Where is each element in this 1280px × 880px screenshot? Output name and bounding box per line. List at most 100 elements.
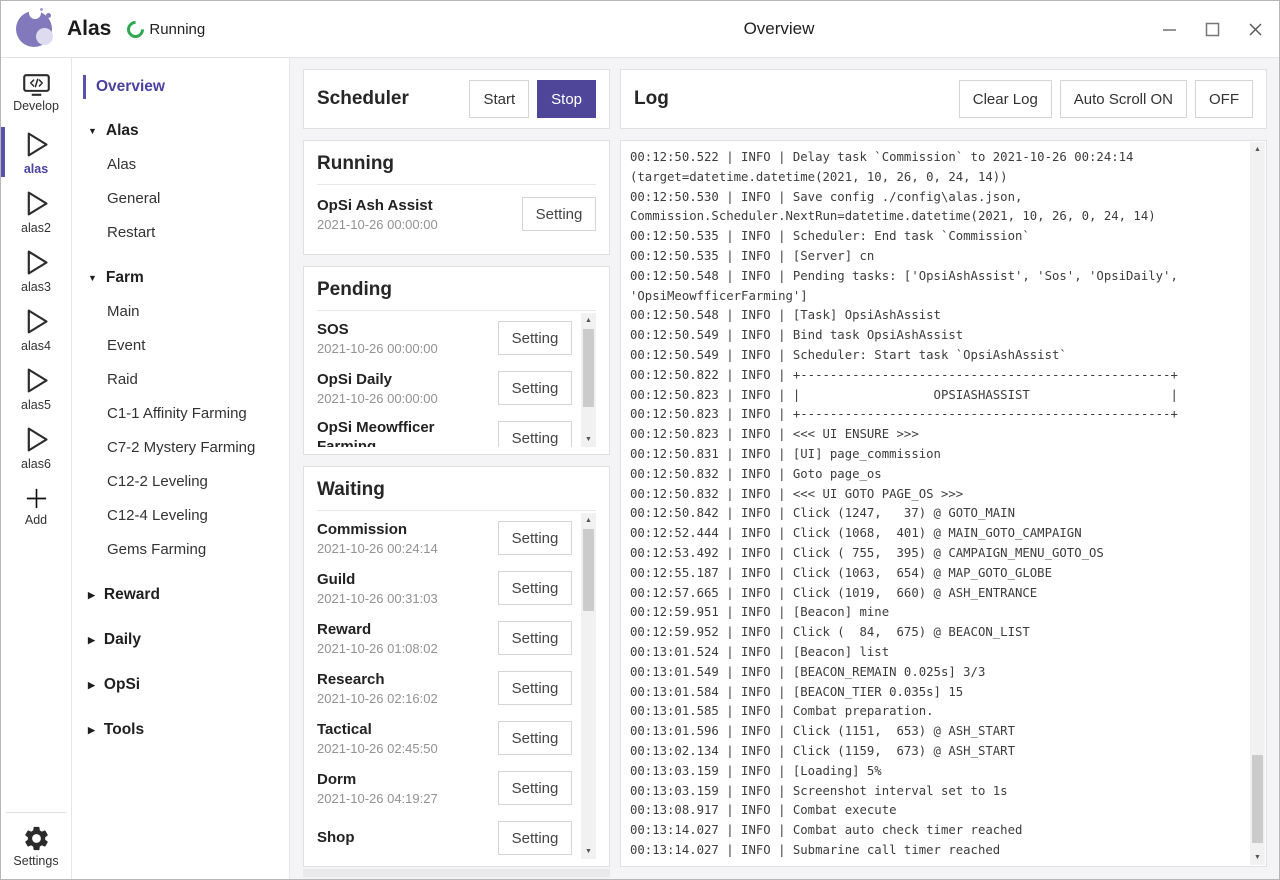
task-name: Guild (317, 570, 492, 589)
log-line: 00:13:01.585 | INFO | Combat preparation… (630, 702, 1240, 722)
rail-item-alas4[interactable]: alas4 (1, 300, 71, 358)
play-icon (22, 306, 51, 337)
stop-button[interactable]: Stop (537, 80, 596, 118)
autoscroll-on-button[interactable]: Auto Scroll ON (1060, 80, 1187, 118)
scroll-down-icon[interactable]: ▼ (1250, 850, 1265, 865)
scroll-down-icon[interactable]: ▼ (581, 432, 596, 447)
setting-button[interactable]: Setting (498, 821, 572, 855)
task-time: 2021-10-26 02:16:02 (317, 691, 492, 706)
window-controls (1161, 1, 1263, 57)
scrollbar-thumb[interactable] (1252, 755, 1263, 843)
log-line: 00:12:50.535 | INFO | Scheduler: End tas… (630, 227, 1240, 247)
nav-item-gems-farming[interactable]: Gems Farming (72, 532, 289, 566)
task-row: Guild2021-10-26 00:31:03Setting (317, 563, 572, 613)
waiting-scrollbar[interactable]: ▲ ▼ (581, 513, 596, 859)
nav-group-opsi[interactable]: ▶OpSi (72, 669, 289, 701)
scroll-down-icon[interactable]: ▼ (581, 844, 596, 859)
app-title: Alas (67, 17, 111, 41)
log-scrollbar[interactable]: ▲ ▼ (1250, 142, 1265, 865)
mid-column-horizontal-scrollbar[interactable] (303, 869, 610, 877)
rail-item-alas2[interactable]: alas2 (1, 182, 71, 240)
nav-item-c1-1-affinity-farming[interactable]: C1-1 Affinity Farming (72, 396, 289, 430)
log-line: 00:12:50.823 | INFO | <<< UI ENSURE >>> (630, 425, 1240, 445)
app-logo-icon (13, 6, 57, 52)
setting-button[interactable]: Setting (498, 571, 572, 605)
maximize-icon[interactable] (1204, 21, 1220, 37)
task-row: Tactical 2021-10-26 02:45:50 Setting (317, 713, 572, 763)
nav-item-raid[interactable]: Raid (72, 362, 289, 396)
nav-item-c12-2-leveling[interactable]: C12-2 Leveling (72, 464, 289, 498)
rail-item-alas5[interactable]: alas5 (1, 359, 71, 417)
clear-log-button[interactable]: Clear Log (959, 80, 1052, 118)
scroll-up-icon[interactable]: ▲ (581, 513, 596, 528)
nav-item-alas[interactable]: Alas (72, 147, 289, 181)
log-line: 00:13:14.027 | INFO | Combat auto check … (630, 821, 1240, 841)
log-line: 00:13:01.584 | INFO | [BEACON_TIER 0.035… (630, 683, 1240, 703)
task-name: OpSi Daily (317, 370, 492, 389)
nav-group-tools[interactable]: ▶Tools (72, 714, 289, 746)
setting-button[interactable]: Setting (498, 771, 572, 805)
setting-button[interactable]: Setting (498, 321, 572, 355)
page-title: Overview (744, 19, 815, 39)
plus-icon (24, 486, 49, 511)
setting-button[interactable]: Setting (498, 671, 572, 705)
nav-group-farm[interactable]: ▼Farm (72, 262, 289, 294)
nav-item-general[interactable]: General (72, 181, 289, 215)
rail-item-label: Settings (13, 854, 58, 868)
running-card: Running OpSi Ash Assist2021-10-26 00:00:… (303, 140, 610, 255)
scroll-up-icon[interactable]: ▲ (581, 313, 596, 328)
log-line: Commission.Scheduler.NextRun=datetime.da… (630, 207, 1240, 227)
task-name: OpSi Meowfficer Farming (317, 418, 492, 447)
nav-group-label: Reward (104, 586, 160, 604)
setting-button[interactable]: Setting (498, 621, 572, 655)
log-line: 00:13:08.917 | INFO | Combat execute (630, 801, 1240, 821)
nav-group-daily[interactable]: ▶Daily (72, 624, 289, 656)
chevron-down-icon: ▼ (88, 273, 97, 283)
close-icon[interactable] (1247, 21, 1263, 37)
task-time: 2021-10-26 00:24:14 (317, 541, 492, 556)
rail-item-label: alas5 (21, 398, 51, 412)
nav-item-overview[interactable]: Overview (72, 72, 289, 102)
setting-button[interactable]: Setting (498, 521, 572, 555)
nav-item-c12-4-leveling[interactable]: C12-4 Leveling (72, 498, 289, 532)
task-info: Shop (317, 828, 498, 849)
log-title: Log (634, 88, 959, 110)
log-line: 00:13:02.134 | INFO | Click (1159, 673) … (630, 742, 1240, 762)
rail-item-label: alas (24, 162, 48, 176)
scrollbar-thumb[interactable] (583, 329, 594, 407)
log-line: 00:12:50.832 | INFO | <<< UI GOTO PAGE_O… (630, 485, 1240, 505)
setting-button[interactable]: Setting (522, 197, 596, 231)
nav-item-main[interactable]: Main (72, 294, 289, 328)
rail-item-develop[interactable]: Develop (1, 64, 71, 122)
log-header-card: Log Clear Log Auto Scroll ON OFF (620, 69, 1267, 129)
nav-group-reward[interactable]: ▶Reward (72, 579, 289, 611)
running-title: Running (317, 153, 596, 185)
setting-button[interactable]: Setting (498, 721, 572, 755)
setting-button[interactable]: Setting (498, 421, 572, 447)
rail-item-settings[interactable]: Settings (1, 813, 71, 879)
log-line: 00:12:57.665 | INFO | Click (1019, 660) … (630, 584, 1240, 604)
pending-scrollbar[interactable]: ▲ ▼ (581, 313, 596, 447)
start-button[interactable]: Start (469, 80, 529, 118)
task-time: 2021-10-26 04:19:27 (317, 791, 492, 806)
pending-title: Pending (317, 279, 596, 311)
autoscroll-off-button[interactable]: OFF (1195, 80, 1253, 118)
rail-item-add[interactable]: Add (1, 477, 71, 535)
nav-item-restart[interactable]: Restart (72, 215, 289, 249)
task-name: Tactical (317, 720, 492, 739)
minimize-icon[interactable] (1161, 21, 1177, 37)
nav-group-alas[interactable]: ▼Alas (72, 115, 289, 147)
scrollbar-thumb[interactable] (583, 529, 594, 611)
task-info: Tactical 2021-10-26 02:45:50 (317, 720, 498, 756)
nav-item-c7-2-mystery-farming[interactable]: C7-2 Mystery Farming (72, 430, 289, 464)
rail-item-alas3[interactable]: alas3 (1, 241, 71, 299)
rail-item-alas[interactable]: alas (1, 123, 71, 181)
scroll-up-icon[interactable]: ▲ (1250, 142, 1265, 157)
rail-item-alas6[interactable]: alas6 (1, 418, 71, 476)
task-name: Research (317, 670, 492, 689)
setting-button[interactable]: Setting (498, 371, 572, 405)
nav-item-event[interactable]: Event (72, 328, 289, 362)
log-line: 00:12:50.530 | INFO | Save config ./conf… (630, 188, 1240, 208)
code-monitor-icon (23, 74, 50, 97)
task-time: 2021-10-26 02:45:50 (317, 741, 492, 756)
